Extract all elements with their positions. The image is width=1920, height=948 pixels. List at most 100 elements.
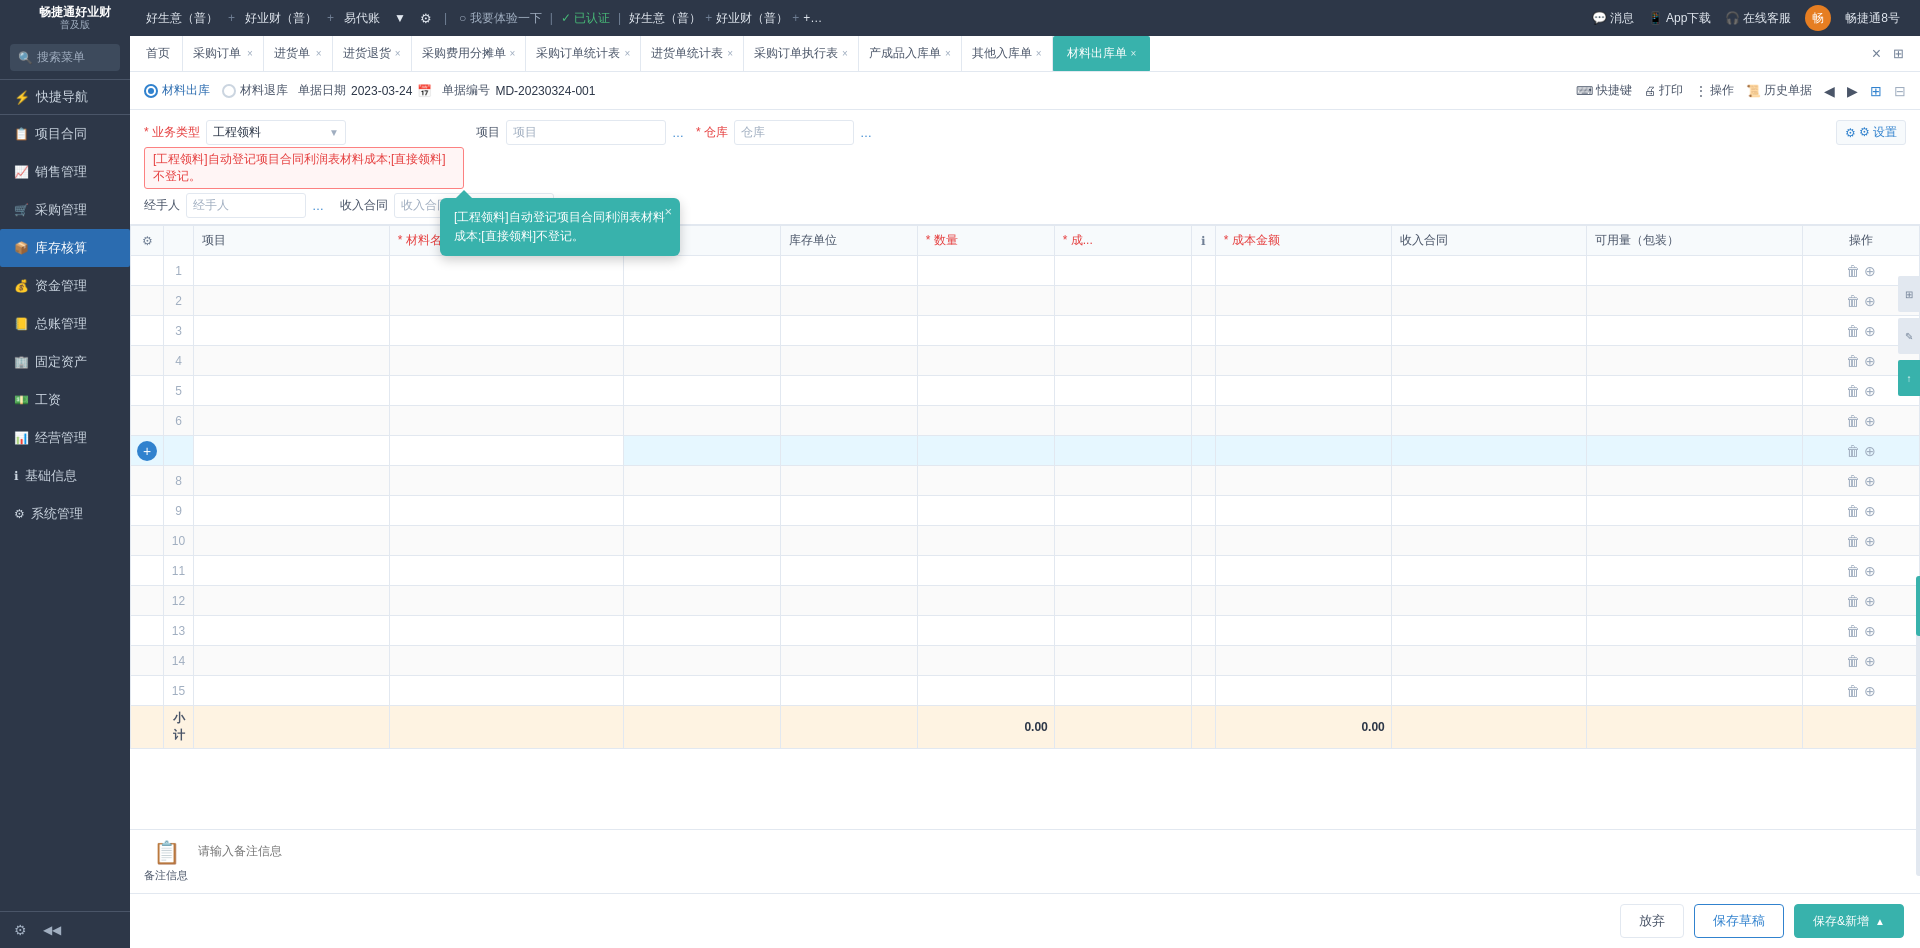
delete-icon[interactable]: 🗑	[1846, 293, 1860, 309]
delete-icon[interactable]: 🗑	[1846, 653, 1860, 669]
tab-other-in[interactable]: 其他入库单 ×	[962, 36, 1053, 72]
delete-icon[interactable]: 🗑	[1846, 623, 1860, 639]
nav-good-biz[interactable]: 好生意（普）	[140, 10, 224, 27]
tab-close-all[interactable]: ×	[1868, 45, 1885, 63]
copy-icon[interactable]: ⊕	[1864, 263, 1876, 279]
delete-icon[interactable]: 🗑	[1846, 503, 1860, 519]
copy-icon[interactable]: ⊕	[1864, 653, 1876, 669]
copy-icon[interactable]: ⊕	[1864, 323, 1876, 339]
tab-purchase-return[interactable]: 进货退货 ×	[333, 36, 412, 72]
sidebar-item-project[interactable]: 📋 项目合同	[0, 115, 130, 153]
sidebar-search[interactable]: 🔍 搜索菜单	[0, 36, 130, 80]
col-info-icon-header[interactable]: ℹ	[1191, 226, 1215, 256]
nav-prev-btn[interactable]: ◀	[1824, 83, 1835, 99]
copy-icon[interactable]: ⊕	[1864, 353, 1876, 369]
sidebar-item-system[interactable]: ⚙ 系统管理	[0, 495, 130, 533]
sidebar-item-purchase[interactable]: 🛒 采购管理	[0, 191, 130, 229]
sidebar-item-operations[interactable]: 📊 经营管理	[0, 419, 130, 457]
sidebar-quick-nav[interactable]: ⚡ 快捷导航	[0, 80, 130, 115]
quick-key-btn[interactable]: ⌨ 快捷键	[1576, 82, 1632, 99]
project-ellipsis[interactable]: …	[672, 126, 684, 140]
delete-icon[interactable]: 🗑	[1846, 563, 1860, 579]
sidebar-item-salary[interactable]: 💵 工资	[0, 381, 130, 419]
sidebar-item-sales[interactable]: 📈 销售管理	[0, 153, 130, 191]
tab-close-return[interactable]: ×	[395, 48, 401, 59]
nav-good-finance-2[interactable]: 好业财（普）	[716, 10, 788, 27]
delete-icon[interactable]: 🗑	[1846, 263, 1860, 279]
nav-settings-icon[interactable]: ⚙	[420, 11, 432, 26]
delete-icon[interactable]: 🗑	[1846, 323, 1860, 339]
user-avatar[interactable]: 畅	[1805, 5, 1831, 31]
right-scrollbar[interactable]	[1916, 576, 1920, 876]
date-value[interactable]: 2023-03-24	[351, 84, 412, 98]
nav-good-biz-2[interactable]: 好生意（普）	[629, 10, 701, 27]
radio-material-out[interactable]: 材料出库	[144, 82, 210, 99]
radio-material-return[interactable]: 材料退库	[222, 82, 288, 99]
save-draft-button[interactable]: 保存草稿	[1694, 904, 1784, 938]
copy-icon[interactable]: ⊕	[1864, 383, 1876, 399]
nav-next-btn[interactable]: ▶	[1847, 83, 1858, 99]
layout-icon-2[interactable]: ⊟	[1894, 83, 1906, 99]
sidebar-item-ledger[interactable]: 📒 总账管理	[0, 305, 130, 343]
sidebar-item-finance[interactable]: 💰 资金管理	[0, 267, 130, 305]
delete-icon[interactable]: 🗑	[1846, 413, 1860, 429]
delete-icon[interactable]: 🗑	[1846, 533, 1860, 549]
sidebar-collapse-icon[interactable]: ◀◀	[43, 923, 61, 937]
messages-btn[interactable]: 💬 消息	[1592, 10, 1634, 27]
handler-ellipsis[interactable]: …	[312, 199, 324, 213]
tab-finished-goods[interactable]: 产成品入库单 ×	[859, 36, 962, 72]
edge-tool-1[interactable]: ⊞	[1898, 276, 1920, 312]
delete-icon[interactable]: 🗑	[1846, 473, 1860, 489]
nav-try-link[interactable]: ○ 我要体验一下	[459, 10, 542, 27]
layout-icon-1[interactable]: ⊞	[1870, 83, 1882, 99]
copy-icon[interactable]: ⊕	[1864, 293, 1876, 309]
tab-close-expense[interactable]: ×	[510, 48, 516, 59]
copy-icon[interactable]: ⊕	[1864, 413, 1876, 429]
copy-icon[interactable]: ⊕	[1864, 593, 1876, 609]
col-settings-header[interactable]: ⚙	[131, 226, 164, 256]
sidebar-item-inventory[interactable]: 📦 库存核算	[0, 229, 130, 267]
save-new-button[interactable]: 保存&新增 ▲	[1794, 904, 1904, 938]
edge-tool-2[interactable]: ✎	[1898, 318, 1920, 354]
tab-close-exec[interactable]: ×	[842, 48, 848, 59]
copy-icon[interactable]: ⊕	[1864, 503, 1876, 519]
tab-purchase-exec[interactable]: 采购订单执行表 ×	[744, 36, 859, 72]
tab-purchase-in-stats[interactable]: 进货单统计表 ×	[641, 36, 744, 72]
tab-purchase-order[interactable]: 采购订单 ×	[183, 36, 264, 72]
sidebar-item-basic[interactable]: ℹ 基础信息	[0, 457, 130, 495]
tab-purchase-expense[interactable]: 采购费用分摊单 ×	[412, 36, 527, 72]
delete-icon[interactable]: 🗑	[1846, 683, 1860, 699]
tab-close-purchase-order[interactable]: ×	[247, 48, 253, 59]
nav-more-2[interactable]: +…	[803, 11, 822, 25]
copy-icon[interactable]: ⊕	[1864, 623, 1876, 639]
tab-close-pstats[interactable]: ×	[624, 48, 630, 59]
tab-home[interactable]: 首页	[134, 36, 183, 72]
project-input[interactable]: 项目	[506, 120, 666, 145]
history-btn[interactable]: 📜 历史单据	[1746, 82, 1812, 99]
copy-icon[interactable]: ⊕	[1864, 473, 1876, 489]
operation-btn[interactable]: ⋮ 操作	[1695, 82, 1734, 99]
copy-icon[interactable]: ⊕	[1864, 443, 1876, 459]
copy-icon[interactable]: ⊕	[1864, 683, 1876, 699]
user-name[interactable]: 畅捷通8号	[1845, 10, 1900, 27]
discard-button[interactable]: 放弃	[1620, 904, 1684, 938]
warehouse-ellipsis[interactable]: …	[860, 126, 872, 140]
tab-purchase-stats[interactable]: 采购订单统计表 ×	[526, 36, 641, 72]
warehouse-input[interactable]: 仓库	[734, 120, 854, 145]
notes-input[interactable]	[198, 840, 1906, 862]
copy-icon[interactable]: ⊕	[1864, 533, 1876, 549]
app-download-btn[interactable]: 📱 App下载	[1648, 10, 1711, 27]
calendar-icon[interactable]: 📅	[417, 84, 432, 98]
online-service-btn[interactable]: 🎧 在线客服	[1725, 10, 1791, 27]
print-btn[interactable]: 🖨 打印	[1644, 82, 1683, 99]
copy-icon[interactable]: ⊕	[1864, 563, 1876, 579]
delete-icon[interactable]: 🗑	[1846, 593, 1860, 609]
nav-easy-account[interactable]: 易代账	[338, 10, 386, 27]
tab-close-material[interactable]: ×	[1131, 48, 1137, 59]
biz-type-select[interactable]: 工程领料 ▼	[206, 120, 346, 145]
edge-tool-3[interactable]: ↑	[1898, 360, 1920, 396]
tooltip-close-btn[interactable]: ×	[664, 202, 672, 223]
tab-close-finished[interactable]: ×	[945, 48, 951, 59]
nav-good-finance[interactable]: 好业财（普）	[239, 10, 323, 27]
nav-more[interactable]: ▼	[390, 11, 410, 25]
